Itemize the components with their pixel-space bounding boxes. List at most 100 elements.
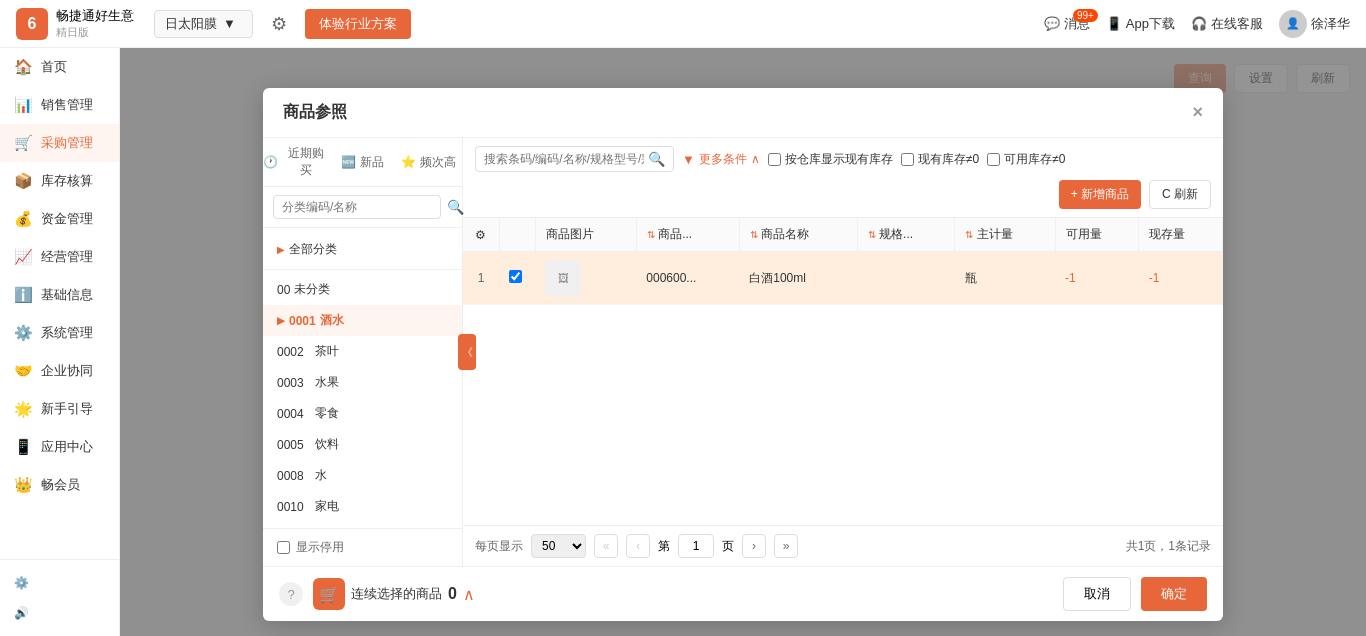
cart-area: 🛒 连续选择的商品 0 ∧ bbox=[313, 578, 475, 610]
product-search-box: 🔍 bbox=[475, 146, 674, 172]
arrow-0001: ▶ bbox=[277, 315, 285, 326]
row-spec bbox=[857, 252, 954, 305]
sidebar-bottom-settings[interactable]: ⚙️ bbox=[0, 568, 119, 598]
page-next-button[interactable]: › bbox=[742, 534, 766, 558]
usable-checkbox-item[interactable]: 可用库存≠0 bbox=[987, 151, 1065, 168]
cat-item-0010[interactable]: 0010 家电 bbox=[263, 491, 462, 522]
cat-item-0002[interactable]: 0002 茶叶 bbox=[263, 336, 462, 367]
tab-frequent[interactable]: ⭐ 频次高 bbox=[396, 138, 462, 186]
modal-footer: ? 🛒 连续选择的商品 0 ∧ 取消 确定 bbox=[263, 566, 1223, 621]
col-code-label: 商品... bbox=[658, 227, 692, 241]
page-prev-button[interactable]: ‹ bbox=[626, 534, 650, 558]
logo-area: 6 畅捷通好生意 精日版 bbox=[16, 7, 134, 40]
sidebar-item-sales[interactable]: 📊 销售管理 bbox=[0, 86, 119, 124]
home-icon: 🏠 bbox=[14, 58, 33, 76]
product-search-input[interactable] bbox=[484, 152, 644, 166]
sidebar-item-guide[interactable]: 🌟 新手引导 bbox=[0, 390, 119, 428]
category-collapse-button[interactable]: 《 bbox=[458, 334, 476, 370]
cancel-button[interactable]: 取消 bbox=[1063, 577, 1131, 611]
avatar: 👤 bbox=[1279, 10, 1307, 38]
filter-button[interactable]: ▼ 更多条件 ∧ bbox=[682, 151, 760, 168]
page-input[interactable] bbox=[678, 534, 714, 558]
tab-new-label: 新品 bbox=[360, 154, 384, 171]
available-checkbox[interactable] bbox=[901, 153, 914, 166]
collapse-cart-icon[interactable]: ∧ bbox=[463, 585, 475, 604]
online-service-item[interactable]: 🎧 在线客服 bbox=[1191, 15, 1263, 33]
warehouse-checkbox-item[interactable]: 按仓库显示现有库存 bbox=[768, 151, 893, 168]
cat-item-0004[interactable]: 0004 零食 bbox=[263, 398, 462, 429]
cat-item-0003[interactable]: 0003 水果 bbox=[263, 367, 462, 398]
refresh-button[interactable]: C 刷新 bbox=[1149, 180, 1211, 209]
user-item[interactable]: 👤 徐泽华 bbox=[1279, 10, 1350, 38]
cat-item-all[interactable]: ▶ 全部分类 bbox=[263, 234, 462, 265]
phone-icon: 📱 bbox=[1106, 16, 1122, 31]
basicinfo-icon: ℹ️ bbox=[14, 286, 33, 304]
cat-item-00[interactable]: 00 未分类 bbox=[263, 274, 462, 305]
col-unit-label: 主计量 bbox=[977, 227, 1013, 241]
modal-close-button[interactable]: × bbox=[1192, 102, 1203, 123]
page-last-button[interactable]: » bbox=[774, 534, 798, 558]
sidebar-item-basicinfo[interactable]: ℹ️ 基础信息 bbox=[0, 276, 119, 314]
show-disabled-label: 显示停用 bbox=[296, 539, 344, 556]
cat-item-0005[interactable]: 0005 饮料 bbox=[263, 429, 462, 460]
inventory-icon: 📦 bbox=[14, 172, 33, 190]
settings-icon[interactable]: ⚙ bbox=[263, 8, 295, 40]
cat-item-0001[interactable]: ▶ 0001 酒水 bbox=[263, 305, 462, 336]
col-settings[interactable]: ⚙ bbox=[463, 218, 499, 252]
col-name[interactable]: ⇅ 商品名称 bbox=[739, 218, 857, 252]
row-checkbox-cell[interactable] bbox=[499, 252, 535, 305]
sidebar-item-home[interactable]: 🏠 首页 bbox=[0, 48, 119, 86]
cat-name-0002: 茶叶 bbox=[315, 343, 339, 360]
tab-recent-label: 近期购买 bbox=[282, 145, 329, 179]
category-search-icon[interactable]: 🔍 bbox=[447, 199, 464, 215]
row-stock: -1 bbox=[1139, 252, 1223, 305]
store-selector[interactable]: 日太阳膜 ▼ bbox=[154, 10, 253, 38]
col-spec[interactable]: ⇅ 规格... bbox=[857, 218, 954, 252]
warehouse-checkbox[interactable] bbox=[768, 153, 781, 166]
confirm-button[interactable]: 确定 bbox=[1141, 577, 1207, 611]
col-name-label: 商品名称 bbox=[761, 227, 809, 241]
sidebar-item-member[interactable]: 👑 畅会员 bbox=[0, 466, 119, 504]
show-disabled: 显示停用 bbox=[263, 528, 462, 566]
page-first-button[interactable]: « bbox=[594, 534, 618, 558]
app-download-item[interactable]: 📱 App下载 bbox=[1106, 15, 1175, 33]
cat-code-00: 00 bbox=[277, 283, 290, 297]
tab-recent[interactable]: 🕐 近期购买 bbox=[263, 138, 329, 186]
sidebar-item-appcenter[interactable]: 📱 应用中心 bbox=[0, 428, 119, 466]
row-code: 000600... bbox=[636, 252, 739, 305]
sidebar-bottom-volume[interactable]: 🔊 bbox=[0, 598, 119, 628]
sidebar-item-system[interactable]: ⚙️ 系统管理 bbox=[0, 314, 119, 352]
tab-new[interactable]: 🆕 新品 bbox=[329, 138, 395, 186]
per-page-select[interactable]: 50 100 200 bbox=[531, 534, 586, 558]
row-checkbox[interactable] bbox=[509, 270, 522, 283]
sidebar-item-enterprise[interactable]: 🤝 企业协同 bbox=[0, 352, 119, 390]
sidebar-bottom: ⚙️ 🔊 bbox=[0, 559, 119, 636]
cart-icon[interactable]: 🛒 bbox=[313, 578, 345, 610]
sidebar-label-enterprise: 企业协同 bbox=[41, 362, 93, 380]
sidebar-item-operations[interactable]: 📈 经营管理 bbox=[0, 238, 119, 276]
help-icon[interactable]: ? bbox=[279, 582, 303, 606]
usable-checkbox[interactable] bbox=[987, 153, 1000, 166]
show-disabled-checkbox[interactable] bbox=[277, 541, 290, 554]
sidebar-item-purchase[interactable]: 🛒 采购管理 bbox=[0, 124, 119, 162]
add-product-button[interactable]: + 新增商品 bbox=[1059, 180, 1141, 209]
guide-icon: 🌟 bbox=[14, 400, 33, 418]
category-search-input[interactable] bbox=[273, 195, 441, 219]
col-code[interactable]: ⇅ 商品... bbox=[636, 218, 739, 252]
cat-name-0001: 酒水 bbox=[320, 312, 344, 329]
sidebar-item-inventory[interactable]: 📦 库存核算 bbox=[0, 162, 119, 200]
recent-icon: 🕐 bbox=[263, 155, 278, 169]
sidebar-item-finance[interactable]: 💰 资金管理 bbox=[0, 200, 119, 238]
col-unit[interactable]: ⇅ 主计量 bbox=[955, 218, 1055, 252]
page-unit: 页 bbox=[722, 538, 734, 555]
product-search-icon[interactable]: 🔍 bbox=[648, 151, 665, 167]
cat-item-0008[interactable]: 0008 水 bbox=[263, 460, 462, 491]
available-checkbox-item[interactable]: 现有库存≠0 bbox=[901, 151, 979, 168]
logo-icon: 6 bbox=[16, 8, 48, 40]
cat-code-0008: 0008 bbox=[277, 469, 304, 483]
notification-item[interactable]: 💬 消息 99+ bbox=[1044, 15, 1090, 33]
experience-button[interactable]: 体验行业方案 bbox=[305, 9, 411, 39]
table-row[interactable]: 1 🖼 bbox=[463, 252, 1223, 305]
col-img-label: 商品图片 bbox=[546, 227, 594, 241]
cat-name-0005: 饮料 bbox=[315, 436, 339, 453]
